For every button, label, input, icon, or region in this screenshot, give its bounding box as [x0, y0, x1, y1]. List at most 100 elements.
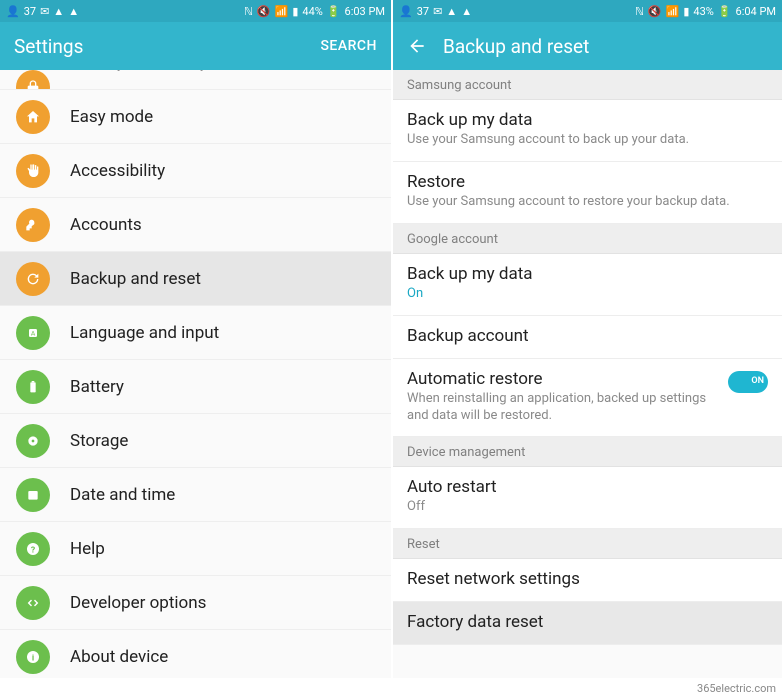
nfc-icon: ℕ: [635, 5, 644, 18]
entry-samsung-backup[interactable]: Back up my data Use your Samsung account…: [393, 100, 782, 162]
svg-text:?: ?: [31, 545, 35, 555]
mail-icon: ✉: [433, 5, 442, 18]
item-label: Language and input: [70, 323, 219, 343]
entry-title: Auto restart: [407, 477, 768, 497]
entry-google-backup[interactable]: Back up my data On: [393, 254, 782, 316]
calendar-icon: [16, 478, 50, 512]
status-temp: 37: [24, 5, 36, 18]
item-label: Battery: [70, 377, 124, 397]
item-label: Date and time: [70, 485, 175, 505]
sidebar-item-developer[interactable]: Developer options: [0, 576, 391, 630]
battery-icon: 🔋: [327, 5, 341, 18]
sidebar-item-help[interactable]: ? Help: [0, 522, 391, 576]
status-icon: 👤: [399, 5, 413, 18]
battery-pct: 43%: [693, 5, 713, 18]
entry-factory-reset[interactable]: Factory data reset: [393, 602, 782, 645]
lock-icon: [16, 70, 50, 90]
sidebar-item-easy-mode[interactable]: Easy mode: [0, 90, 391, 144]
page-title: Backup and reset: [443, 35, 589, 58]
item-label: Accessibility: [70, 161, 165, 181]
sidebar-item-backup-reset[interactable]: Backup and reset: [0, 252, 391, 306]
item-label: Help: [70, 539, 105, 559]
entry-backup-account[interactable]: Backup account: [393, 316, 782, 359]
backup-header: Backup and reset: [393, 22, 782, 70]
entry-title: Restore: [407, 172, 768, 192]
entry-status: Off: [407, 499, 768, 516]
entry-title: Back up my data: [407, 264, 768, 284]
entry-sub: Use your Samsung account to restore your…: [407, 194, 768, 211]
item-label: Easy mode: [70, 107, 153, 127]
item-label: About device: [70, 647, 168, 667]
backup-list[interactable]: Samsung account Back up my data Use your…: [393, 70, 782, 678]
status-temp: 37: [417, 5, 429, 18]
entry-title: Backup account: [407, 326, 768, 346]
svg-text:i: i: [32, 653, 34, 663]
entry-samsung-restore[interactable]: Restore Use your Samsung account to rest…: [393, 162, 782, 224]
status-bar: 👤 37 ✉ ▲ ▲ ℕ 🔇 📶 ▮ 43% 🔋 6:04 PM: [393, 0, 782, 22]
help-icon: ?: [16, 532, 50, 566]
settings-screen: 👤 37 ✉ ▲ ▲ ℕ 🔇 📶 ▮ 44% 🔋 6:03 PM Setting…: [0, 0, 391, 678]
sidebar-item-battery[interactable]: Battery: [0, 360, 391, 414]
mail-icon: ✉: [40, 5, 49, 18]
wifi-icon: 📶: [275, 5, 289, 18]
warning-icon: ▲: [68, 5, 79, 18]
mute-icon: 🔇: [648, 5, 662, 18]
entry-title: Back up my data: [407, 110, 768, 130]
entry-status: On: [407, 286, 768, 303]
section-samsung: Samsung account: [393, 70, 782, 100]
status-icon: 👤: [6, 5, 20, 18]
warning-icon: ▲: [53, 5, 64, 18]
entry-reset-network[interactable]: Reset network settings: [393, 559, 782, 602]
mute-icon: 🔇: [257, 5, 271, 18]
entry-sub: When reinstalling an application, backed…: [407, 391, 718, 425]
entry-title: Reset network settings: [407, 569, 768, 589]
item-label: Storage: [70, 431, 128, 451]
status-bar: 👤 37 ✉ ▲ ▲ ℕ 🔇 📶 ▮ 44% 🔋 6:03 PM: [0, 0, 391, 22]
sidebar-item-accounts[interactable]: Accounts: [0, 198, 391, 252]
auto-restore-toggle[interactable]: ON: [728, 371, 768, 393]
language-icon: A: [16, 316, 50, 350]
item-label: Accounts: [70, 215, 142, 235]
settings-header: Settings SEARCH: [0, 22, 391, 70]
nfc-icon: ℕ: [244, 5, 253, 18]
item-label: Privacy and safety: [70, 70, 208, 72]
info-icon: i: [16, 640, 50, 674]
sidebar-item-storage[interactable]: Storage: [0, 414, 391, 468]
battery-icon: [16, 370, 50, 404]
sidebar-item-about[interactable]: i About device: [0, 630, 391, 678]
hand-icon: [16, 154, 50, 188]
home-icon: [16, 100, 50, 134]
section-google: Google account: [393, 224, 782, 254]
signal-icon: ▮: [683, 5, 689, 18]
key-icon: [16, 208, 50, 242]
search-button[interactable]: SEARCH: [320, 38, 377, 54]
entry-title: Factory data reset: [407, 612, 768, 632]
back-button[interactable]: [407, 36, 427, 56]
battery-icon: 🔋: [718, 5, 732, 18]
warning-icon: ▲: [461, 5, 472, 18]
warning-icon: ▲: [446, 5, 457, 18]
sidebar-item-language[interactable]: A Language and input: [0, 306, 391, 360]
sidebar-item-accessibility[interactable]: Accessibility: [0, 144, 391, 198]
watermark: 365electric.com: [697, 682, 776, 695]
code-icon: [16, 586, 50, 620]
item-label: Developer options: [70, 593, 206, 613]
entry-auto-restart[interactable]: Auto restart Off: [393, 467, 782, 529]
clock: 6:03 PM: [345, 5, 385, 18]
item-label: Backup and reset: [70, 269, 201, 289]
wifi-icon: 📶: [666, 5, 680, 18]
entry-automatic-restore[interactable]: Automatic restore When reinstalling an a…: [393, 359, 782, 438]
settings-list[interactable]: Privacy and safety Easy mode Accessibili…: [0, 70, 391, 678]
entry-sub: Use your Samsung account to back up your…: [407, 132, 768, 149]
signal-icon: ▮: [292, 5, 298, 18]
backup-reset-screen: 👤 37 ✉ ▲ ▲ ℕ 🔇 📶 ▮ 43% 🔋 6:04 PM: [391, 0, 782, 678]
sidebar-item-privacy[interactable]: Privacy and safety: [0, 70, 391, 90]
section-reset: Reset: [393, 529, 782, 559]
storage-icon: [16, 424, 50, 458]
page-title: Settings: [14, 35, 83, 58]
entry-title: Automatic restore: [407, 369, 718, 389]
battery-pct: 44%: [302, 5, 322, 18]
clock: 6:04 PM: [736, 5, 776, 18]
toggle-label: ON: [751, 376, 764, 386]
sidebar-item-date-time[interactable]: Date and time: [0, 468, 391, 522]
